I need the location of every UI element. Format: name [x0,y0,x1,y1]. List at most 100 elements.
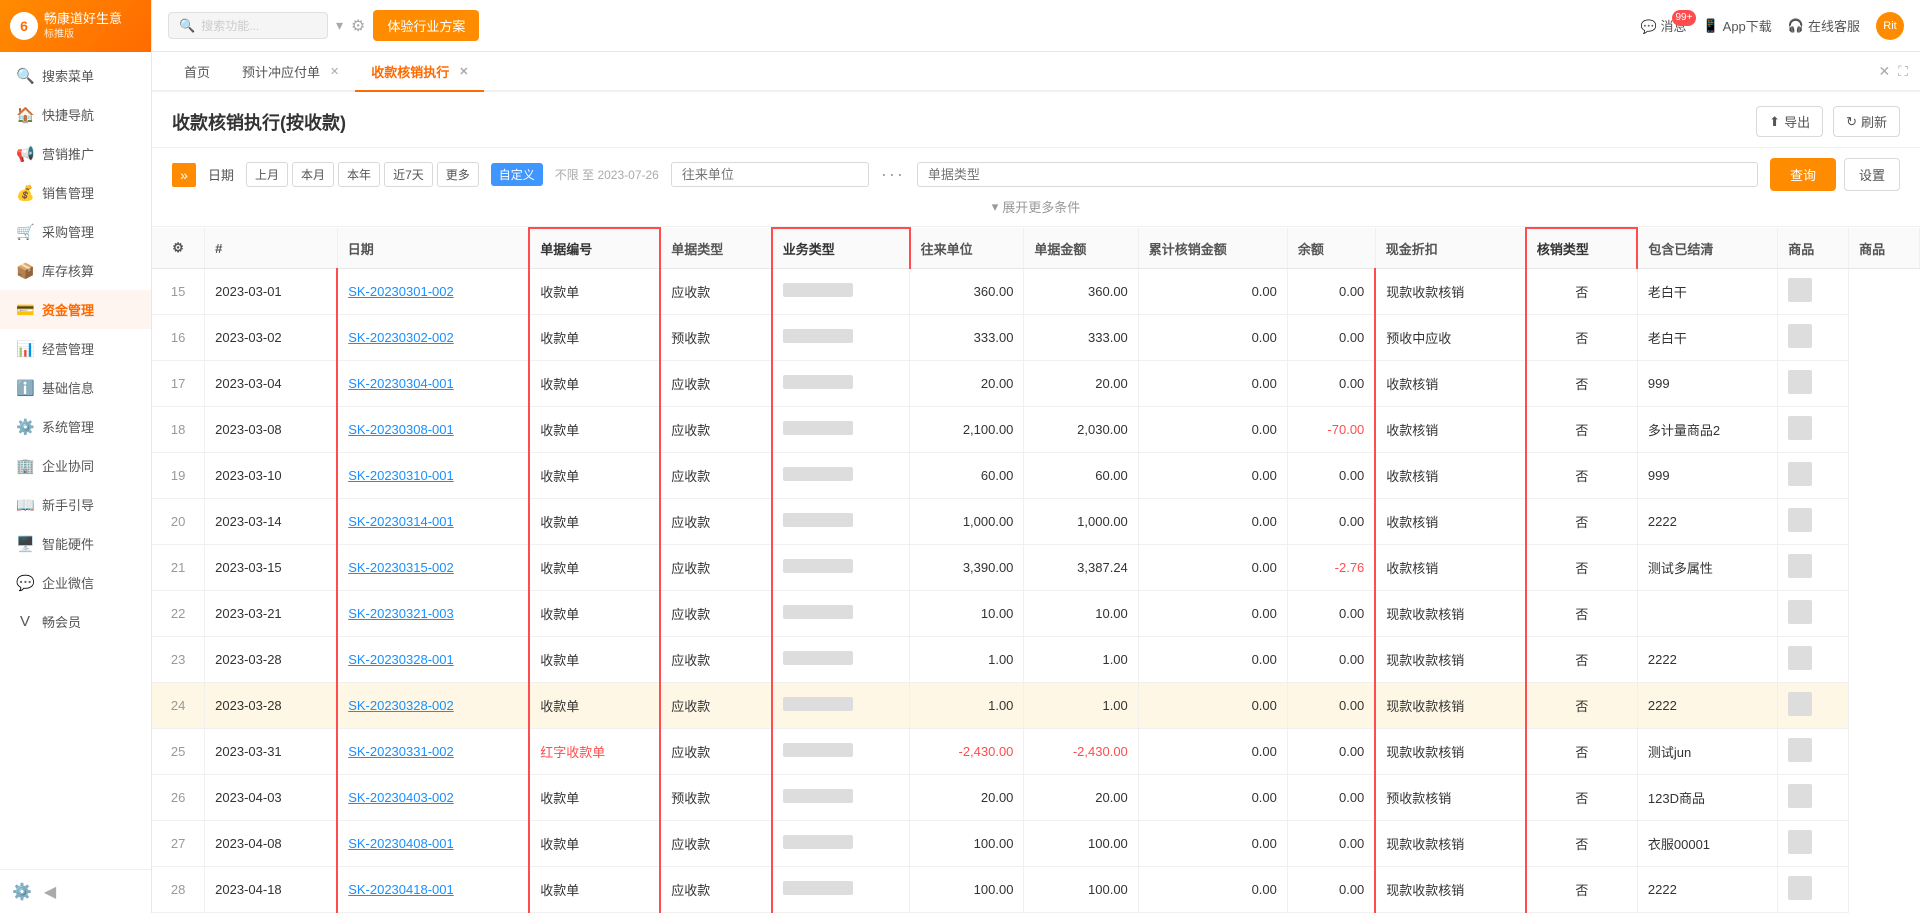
app-download-button[interactable]: 📱 App下载 [1702,16,1771,35]
row-bill-no[interactable]: SK-20230408-001 [337,821,529,867]
solution-button[interactable]: 体验行业方案 [373,10,479,41]
row-bill-no[interactable]: SK-20230315-002 [337,545,529,591]
row-writeoff-type: 预收中应收 [1375,315,1526,361]
close-window-icon[interactable]: ✕ [1878,63,1890,80]
sidebar-item-guide[interactable]: 📖新手引导 [0,485,151,524]
sidebar-item-purchase[interactable]: 🛒采购管理 [0,212,151,251]
bill-no-link[interactable]: SK-20230418-001 [348,882,454,897]
collapse-footer-icon[interactable]: ◀ [44,882,56,902]
row-goods-img [1778,729,1849,775]
row-bill-amount: 333.00 [910,315,1024,361]
tab-home[interactable]: 首页 [168,52,226,92]
tab-collection[interactable]: 收款核销执行✕ [355,52,484,92]
row-biz-type: 应收款 [660,821,771,867]
expand-filter-row[interactable]: ▾ 展开更多条件 [172,197,1900,216]
date-btn-4[interactable]: 更多 [437,162,479,187]
expand-window-icon[interactable]: ⛶ [1898,63,1908,80]
row-balance: 0.00 [1138,591,1287,637]
date-btn-1[interactable]: 本月 [292,162,334,187]
row-bill-no[interactable]: SK-20230310-001 [337,453,529,499]
bill-type-input[interactable] [917,162,1758,187]
user-avatar[interactable]: Rit [1876,12,1904,40]
row-goods [1637,591,1777,637]
bill-no-link[interactable]: SK-20230331-002 [348,744,454,759]
bill-no-link[interactable]: SK-20230321-003 [348,606,454,621]
bill-no-link[interactable]: SK-20230308-001 [348,422,454,437]
sidebar-item-search[interactable]: 🔍搜索菜单 [0,56,151,95]
header-right: 💬 消息 99+ 📱 App下载 🎧 在线客服 Rit [1641,12,1904,40]
header-gear-icon[interactable]: ⚙ [351,16,365,36]
row-bill-type: 收款单 [529,315,660,361]
header-dropdown-icon[interactable]: ▾ [336,17,343,34]
bill-no-link[interactable]: SK-20230315-002 [348,560,454,575]
service-button[interactable]: 🎧 在线客服 [1788,16,1860,35]
date-btn-2[interactable]: 本年 [338,162,380,187]
messages-button[interactable]: 💬 消息 99+ [1641,16,1687,35]
sidebar-item-hardware[interactable]: 🖥️智能硬件 [0,524,151,563]
tab-close-pending[interactable]: ✕ [330,65,339,78]
row-bill-no[interactable]: SK-20230328-001 [337,637,529,683]
bill-no-link[interactable]: SK-20230408-001 [348,836,454,851]
row-goods-img [1778,637,1849,683]
bill-no-link[interactable]: SK-20230328-002 [348,698,454,713]
row-bill-no[interactable]: SK-20230308-001 [337,407,529,453]
settings-footer-icon[interactable]: ⚙️ [12,882,32,902]
row-goods-img [1778,867,1849,913]
row-goods: 老白干 [1637,269,1777,315]
custom-date-button[interactable]: 自定义 [491,163,543,186]
row-cash-discount: 0.00 [1287,269,1375,315]
row-writeoff-type: 现款收款核销 [1375,821,1526,867]
row-bill-no[interactable]: SK-20230302-002 [337,315,529,361]
date-btn-0[interactable]: 上月 [246,162,288,187]
row-bill-no[interactable]: SK-20230418-001 [337,867,529,913]
sidebar-item-finance[interactable]: 💳资金管理 [0,290,151,329]
sidebar-item-shortcut[interactable]: 🏠快捷导航 [0,95,151,134]
sidebar-item-system[interactable]: ⚙️系统管理 [0,407,151,446]
export-button[interactable]: ⬆ 导出 [1756,106,1823,137]
sidebar-item-basic[interactable]: ℹ️基础信息 [0,368,151,407]
row-bill-no[interactable]: SK-20230403-002 [337,775,529,821]
sidebar-item-corp[interactable]: 🏢企业协同 [0,446,151,485]
bill-no-link[interactable]: SK-20230403-002 [348,790,454,805]
row-bill-no[interactable]: SK-20230301-002 [337,269,529,315]
bill-no-link[interactable]: SK-20230302-002 [348,330,454,345]
tab-pending[interactable]: 预计冲应付单✕ [226,52,355,92]
row-include-settled: 否 [1526,867,1637,913]
sidebar-item-sales[interactable]: 💰销售管理 [0,173,151,212]
bill-no-link[interactable]: SK-20230301-002 [348,284,454,299]
sidebar-item-marketing[interactable]: 📢营销推广 [0,134,151,173]
row-balance: 0.00 [1138,821,1287,867]
refresh-button[interactable]: ↻ 刷新 [1833,106,1900,137]
bill-no-link[interactable]: SK-20230310-001 [348,468,454,483]
col-settings[interactable]: ⚙ [152,228,205,269]
bill-no-link[interactable]: SK-20230304-001 [348,376,454,391]
filter-settings-button[interactable]: 设置 [1844,158,1900,191]
row-bill-no[interactable]: SK-20230321-003 [337,591,529,637]
tab-close-collection[interactable]: ✕ [459,65,468,78]
row-balance: 0.00 [1138,775,1287,821]
row-goods-img [1778,775,1849,821]
filter-collapse-button[interactable]: » [172,163,196,187]
bill-no-link[interactable]: SK-20230328-001 [348,652,454,667]
row-goods: 2222 [1637,867,1777,913]
sidebar-label-sales: 销售管理 [42,183,94,202]
row-goods-img [1778,499,1849,545]
row-bill-no[interactable]: SK-20230328-002 [337,683,529,729]
row-bill-no[interactable]: SK-20230331-002 [337,729,529,775]
header-search-wrapper[interactable]: 🔍 搜索功能... [168,12,328,39]
row-writeoff-type: 收款核销 [1375,499,1526,545]
row-bill-no[interactable]: SK-20230314-001 [337,499,529,545]
query-button[interactable]: 查询 [1770,158,1836,191]
sidebar-item-wechat[interactable]: 💬企业微信 [0,563,151,602]
counterpart-input[interactable] [671,162,869,187]
row-writeoff-type: 现款收款核销 [1375,637,1526,683]
bill-no-link[interactable]: SK-20230314-001 [348,514,454,529]
row-goods: 衣服00001 [1637,821,1777,867]
sidebar-item-inventory[interactable]: 📦库存核算 [0,251,151,290]
date-btn-3[interactable]: 近7天 [384,162,433,187]
expand-filter-icon: ▾ [992,199,999,215]
sidebar-item-operations[interactable]: 📊经营管理 [0,329,151,368]
sidebar-item-member[interactable]: V畅会员 [0,602,151,641]
filter-date-buttons: 上月本月本年近7天更多 [246,162,479,187]
row-bill-no[interactable]: SK-20230304-001 [337,361,529,407]
